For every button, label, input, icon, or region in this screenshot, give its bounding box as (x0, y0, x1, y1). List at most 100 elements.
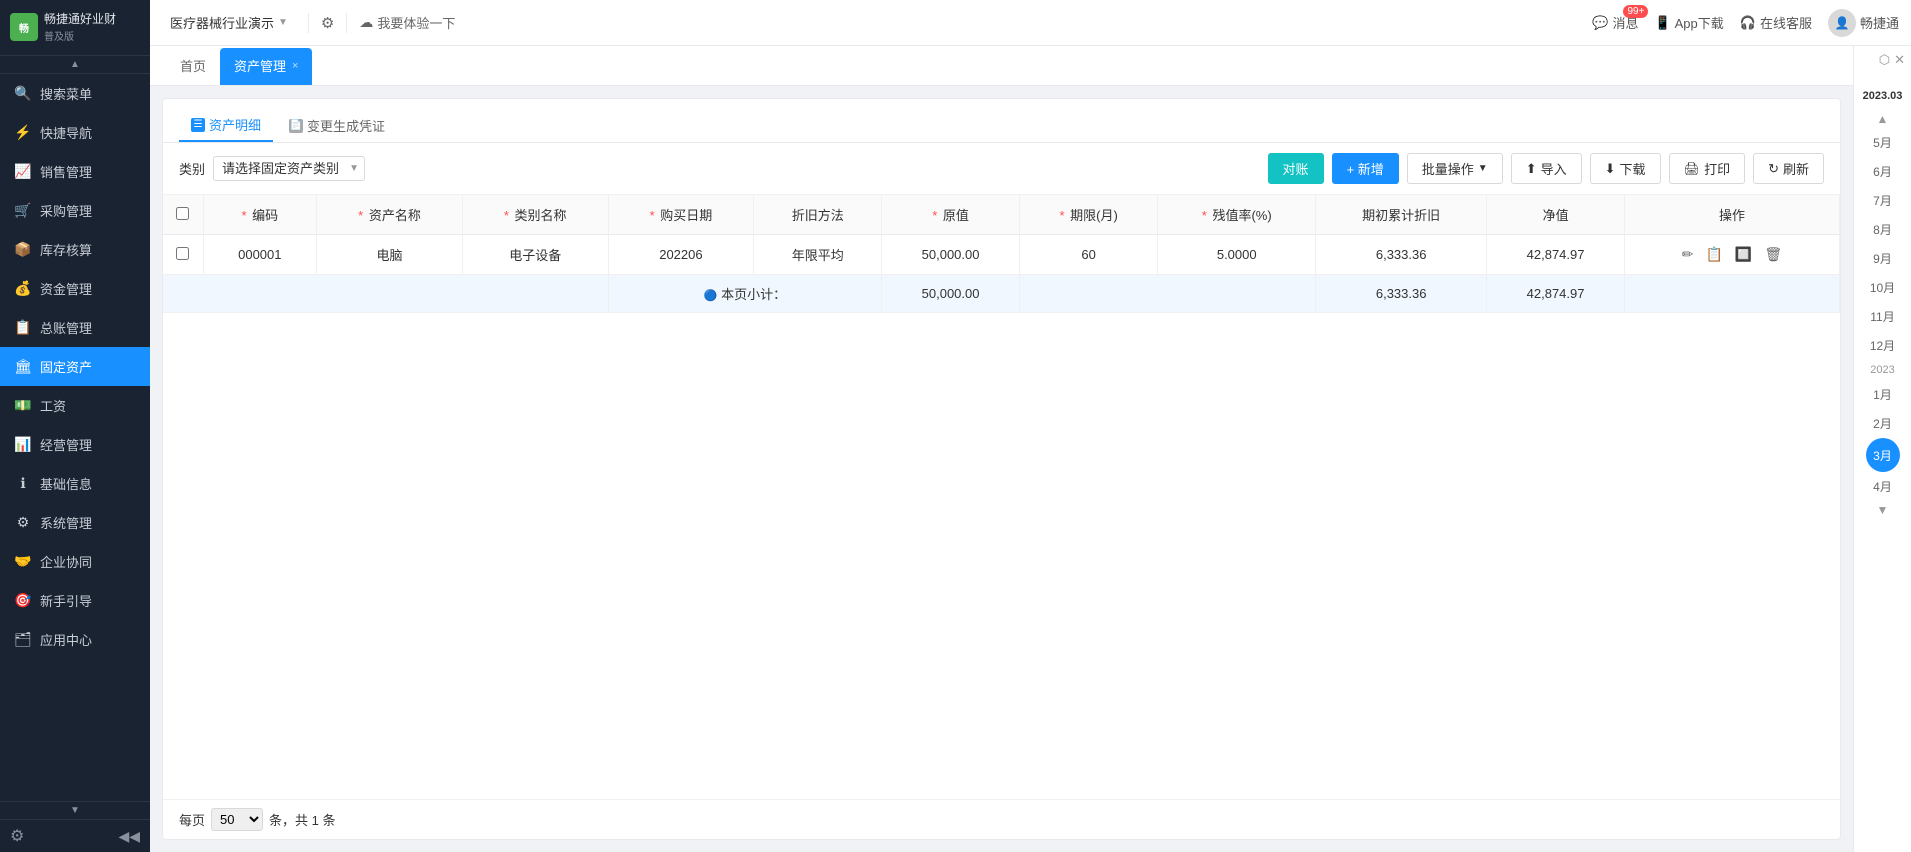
tab-home[interactable]: 首页 (166, 48, 220, 85)
sidebar-item-label: 总账管理 (40, 318, 92, 337)
ledger-icon: 📋 (14, 319, 32, 336)
select-all-checkbox[interactable] (176, 207, 189, 220)
calendar-month-current[interactable]: 3月 (1866, 438, 1900, 472)
print-icon: 🖨 (1684, 161, 1701, 177)
sidebar-item-label: 新手引导 (40, 591, 92, 610)
sidebar-item-inventory[interactable]: 📦 库存核算 (0, 230, 150, 269)
calendar-month-feb[interactable]: 2月 (1854, 409, 1911, 438)
delete-action-button[interactable]: 🗑 (1762, 244, 1784, 265)
page-size-select[interactable]: 50 10 20 100 (211, 808, 263, 831)
row-actions: ✏ 📋 🔲 🗑 (1637, 244, 1827, 265)
sidebar-item-basic-info[interactable]: ℹ 基础信息 (0, 464, 150, 503)
copy-action-button[interactable]: 📋 (1703, 244, 1724, 265)
refresh-button[interactable]: ↻ 刷新 (1753, 153, 1824, 184)
sub-tab-asset-detail[interactable]: ☰ 资产明细 (179, 109, 273, 142)
calendar-up-arrow[interactable]: ▲ (1875, 110, 1891, 128)
calendar-down-arrow[interactable]: ▼ (1875, 501, 1891, 519)
th-code-label: 编码 (252, 208, 278, 223)
pagination: 每页 50 10 20 100 条，共 1 条 (163, 799, 1840, 839)
sidebar-item-quick-nav[interactable]: ⚡ 快捷导航 (0, 113, 150, 152)
user-menu[interactable]: 👤 畅捷通 (1828, 9, 1899, 37)
topbar-divider (308, 13, 309, 33)
edit-action-button[interactable]: ✏ (1680, 244, 1696, 265)
calendar-nav: ▲ (1854, 110, 1911, 128)
sidebar-item-app-center[interactable]: 🗂 应用中心 (0, 620, 150, 659)
download-button[interactable]: ⬇ 下载 (1590, 153, 1661, 184)
topbar: 医疗器械行业演示 ▼ ⚙ ☁ 我要体验一下 💬 消息 99+ 📱 App下载 🎧… (150, 0, 1911, 46)
batch-button[interactable]: 批量操作 ▼ (1407, 153, 1503, 184)
th-depreciation-method-label: 折旧方法 (792, 208, 844, 223)
td-actions: ✏ 📋 🔲 🗑 (1624, 235, 1839, 275)
sidebar-item-ledger[interactable]: 📋 总账管理 (0, 308, 150, 347)
calendar-month-oct[interactable]: 10月 (1854, 273, 1911, 302)
th-actions: 操作 (1624, 195, 1839, 235)
gear-settings-icon[interactable]: ⚙ (321, 14, 334, 32)
td-checkbox (163, 235, 203, 275)
import-button[interactable]: ⬆ 导入 (1511, 153, 1582, 184)
sidebar-item-label: 应用中心 (40, 630, 92, 649)
guide-icon: 🎯 (14, 592, 32, 609)
sidebar-item-guide[interactable]: 🎯 新手引导 (0, 581, 150, 620)
panel-close-button[interactable]: ✕ (1894, 52, 1905, 68)
online-service-button[interactable]: 🎧 在线客服 (1740, 13, 1812, 32)
calendar-month-may[interactable]: 5月 (1854, 128, 1911, 157)
page-size-label: 每页 (179, 810, 205, 829)
sidebar-item-label: 销售管理 (40, 162, 92, 181)
calendar-year-header: 2023.03 (1857, 86, 1909, 106)
subtotal-net-value: 42,874.97 (1487, 275, 1625, 313)
tab-close-button[interactable]: × (292, 60, 298, 72)
calendar-month-sep[interactable]: 9月 (1854, 244, 1911, 273)
category-select[interactable]: 请选择固定资产类别 电子设备 机械设备 运输设备 其他 (213, 156, 365, 181)
experience-button[interactable]: ☁ 我要体验一下 (359, 13, 455, 32)
tab-asset-management[interactable]: 资产管理 × (220, 48, 312, 85)
sidebar-item-fund[interactable]: 💰 资金管理 (0, 269, 150, 308)
right-panel-controls: ⬡ ✕ (1879, 52, 1905, 68)
sidebar-item-enterprise[interactable]: 🤝 企业协同 (0, 542, 150, 581)
settings-button[interactable]: ⚙ (10, 826, 24, 846)
row-checkbox[interactable] (176, 247, 189, 260)
table-header-row: * 编码 * 资产名称 * 类别名称 (163, 195, 1840, 235)
sidebar-scroll-down[interactable]: ▼ (0, 801, 150, 819)
calendar-month-jun[interactable]: 6月 (1854, 157, 1911, 186)
sidebar-item-label: 采购管理 (40, 201, 92, 220)
reconcile-button[interactable]: 对账 (1268, 153, 1324, 184)
sidebar-item-business[interactable]: 📊 经营管理 (0, 425, 150, 464)
sidebar-item-system[interactable]: ⚙ 系统管理 (0, 503, 150, 542)
app-center-icon: 🗂 (14, 631, 32, 648)
sidebar-item-search[interactable]: 🔍 搜索菜单 (0, 74, 150, 113)
sub-tab-change-voucher[interactable]: 📄 变更生成凭证 (277, 110, 397, 141)
company-name: 医疗器械行业演示 (170, 13, 274, 32)
system-icon: ⚙ (14, 514, 32, 531)
panel-expand-button[interactable]: ⬡ (1879, 52, 1890, 68)
asset-detail-tab-label: 资产明细 (209, 115, 261, 134)
sidebar-item-label: 搜索菜单 (40, 84, 92, 103)
company-selector[interactable]: 医疗器械行业演示 ▼ (162, 9, 296, 36)
th-code: * 编码 (203, 195, 317, 235)
print-button[interactable]: 🖨 打印 (1669, 153, 1746, 184)
calendar-month-aug[interactable]: 8月 (1854, 215, 1911, 244)
calendar-month-jan[interactable]: 1月 (1854, 380, 1911, 409)
row-category: 电子设备 (509, 248, 561, 263)
download-icon: ⬇ (1605, 161, 1616, 177)
add-button[interactable]: + 新增 (1332, 153, 1399, 184)
calendar-month-dec[interactable]: 12月 (1854, 331, 1911, 360)
sidebar-item-fixed-assets[interactable]: 🏛 固定资产 (0, 347, 150, 386)
calendar-month-nov[interactable]: 11月 (1854, 302, 1911, 331)
sidebar-item-purchase[interactable]: 🛒 采购管理 (0, 191, 150, 230)
td-residual-rate: 5.0000 (1158, 235, 1316, 275)
th-checkbox (163, 195, 203, 235)
calendar-month-jul[interactable]: 7月 (1854, 186, 1911, 215)
sidebar-item-sales[interactable]: 📈 销售管理 (0, 152, 150, 191)
calendar-month-apr[interactable]: 4月 (1854, 472, 1911, 501)
print-label: 打印 (1704, 159, 1730, 178)
th-residual-rate-label: 残值率(%) (1212, 208, 1271, 223)
app-download-button[interactable]: 📱 App下载 (1654, 13, 1723, 32)
collapse-button[interactable]: ◀◀ (118, 828, 140, 845)
detail-action-button[interactable]: 🔲 (1733, 244, 1754, 265)
sidebar-scroll-up[interactable]: ▲ (0, 56, 150, 74)
sub-tabs: ☰ 资产明细 📄 变更生成凭证 (163, 99, 1840, 143)
purchase-icon: 🛒 (14, 202, 32, 219)
sidebar-item-payroll[interactable]: 💵 工资 (0, 386, 150, 425)
row-period: 60 (1081, 247, 1095, 262)
message-button[interactable]: 💬 消息 99+ (1592, 13, 1638, 32)
